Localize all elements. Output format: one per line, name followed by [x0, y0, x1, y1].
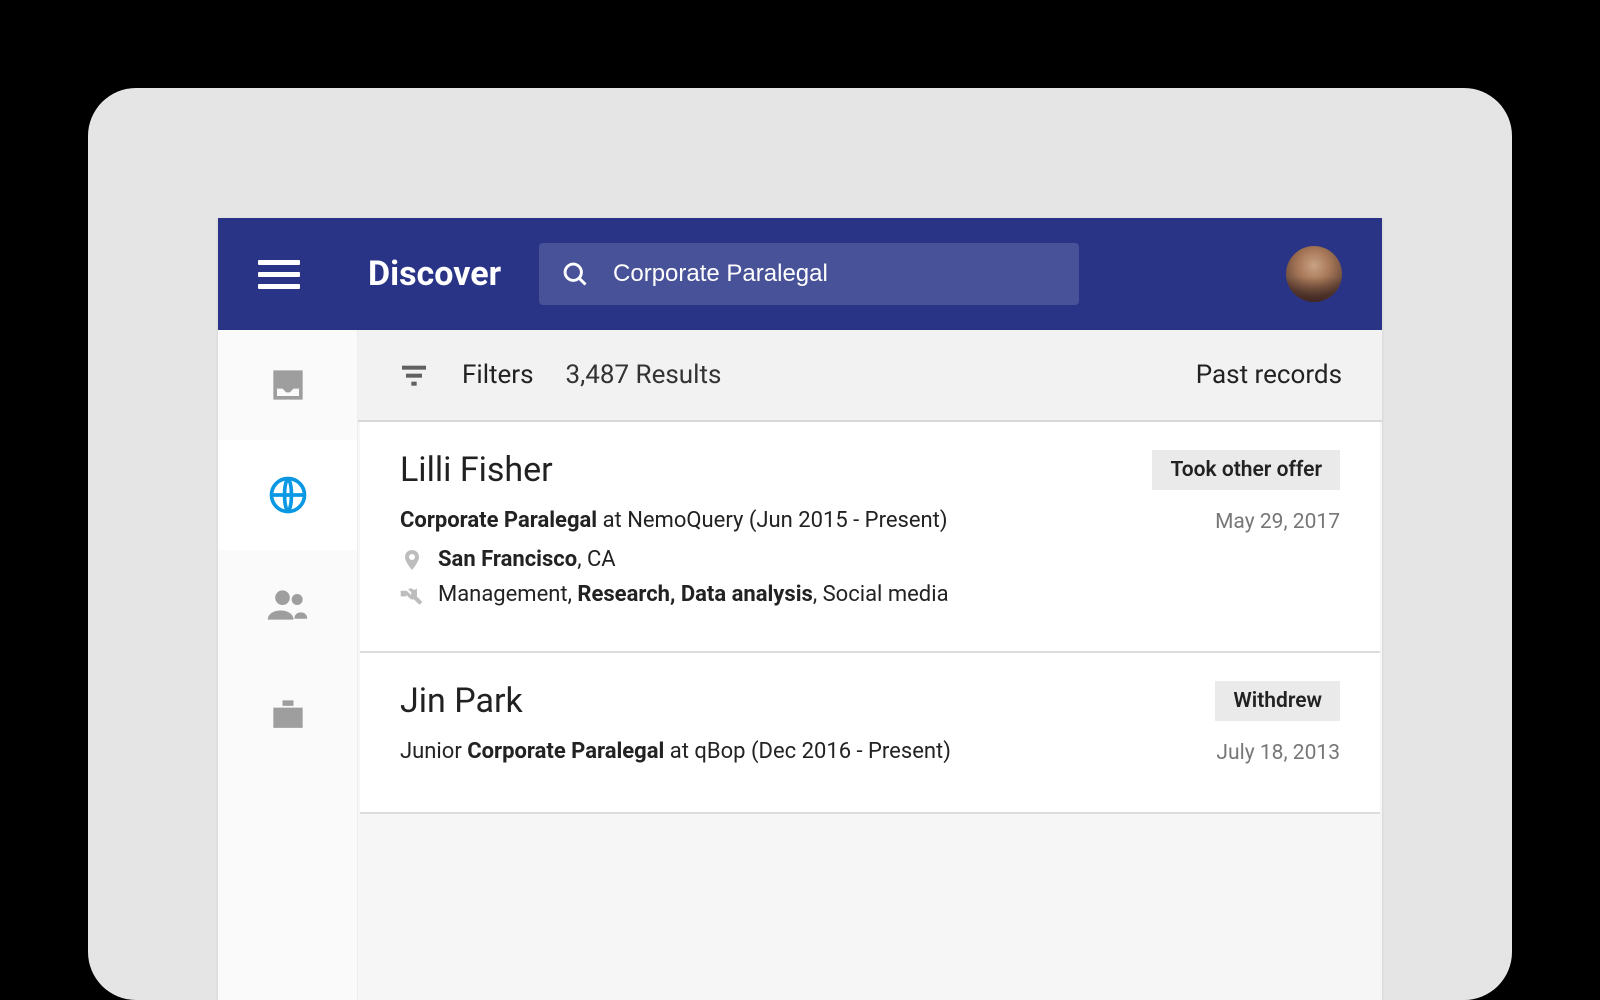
search-icon	[561, 260, 589, 288]
status-badge: Took other offer	[1152, 450, 1340, 490]
result-position: Junior Corporate Paralegal at qBop (Dec …	[400, 739, 1340, 764]
page-title: Discover	[368, 254, 501, 294]
result-location: San Francisco, CA	[400, 547, 1340, 572]
sidebar-item-discover[interactable]	[218, 440, 357, 550]
search-box[interactable]	[539, 243, 1079, 305]
screen: Discover	[218, 218, 1382, 1000]
device-frame: Discover	[88, 88, 1512, 1000]
filter-icon[interactable]	[398, 359, 430, 391]
sidebar-item-people[interactable]	[218, 550, 357, 660]
result-date: July 18, 2013	[1216, 741, 1340, 765]
result-skills: Management, Research, Data analysis, Soc…	[400, 582, 1340, 607]
filter-bar: Filters 3,487 Results Past records	[358, 330, 1382, 422]
sidebar	[218, 330, 358, 1000]
sidebar-item-briefcase[interactable]	[218, 660, 357, 770]
results-count: 3,487 Results	[566, 360, 722, 390]
header: Discover	[218, 218, 1382, 330]
past-records-link[interactable]: Past records	[1196, 360, 1342, 390]
hamburger-menu-icon[interactable]	[258, 253, 300, 295]
result-name: Lilli Fisher	[400, 450, 553, 490]
result-position: Corporate Paralegal at NemoQuery (Jun 20…	[400, 508, 1340, 533]
sidebar-item-inbox[interactable]	[218, 330, 357, 440]
result-date: May 29, 2017	[1215, 510, 1340, 534]
content: Filters 3,487 Results Past records Lilli…	[218, 330, 1382, 1000]
avatar[interactable]	[1286, 246, 1342, 302]
results-list: Lilli Fisher Took other offer Corporate …	[358, 422, 1382, 1000]
result-card[interactable]: Lilli Fisher Took other offer Corporate …	[360, 422, 1380, 653]
result-card[interactable]: Jin Park Withdrew Junior Corporate Paral…	[360, 653, 1380, 814]
main: Filters 3,487 Results Past records Lilli…	[358, 330, 1382, 1000]
filters-button[interactable]: Filters	[462, 360, 534, 390]
search-input[interactable]	[613, 260, 1057, 288]
result-name: Jin Park	[400, 681, 523, 721]
status-badge: Withdrew	[1215, 681, 1340, 721]
